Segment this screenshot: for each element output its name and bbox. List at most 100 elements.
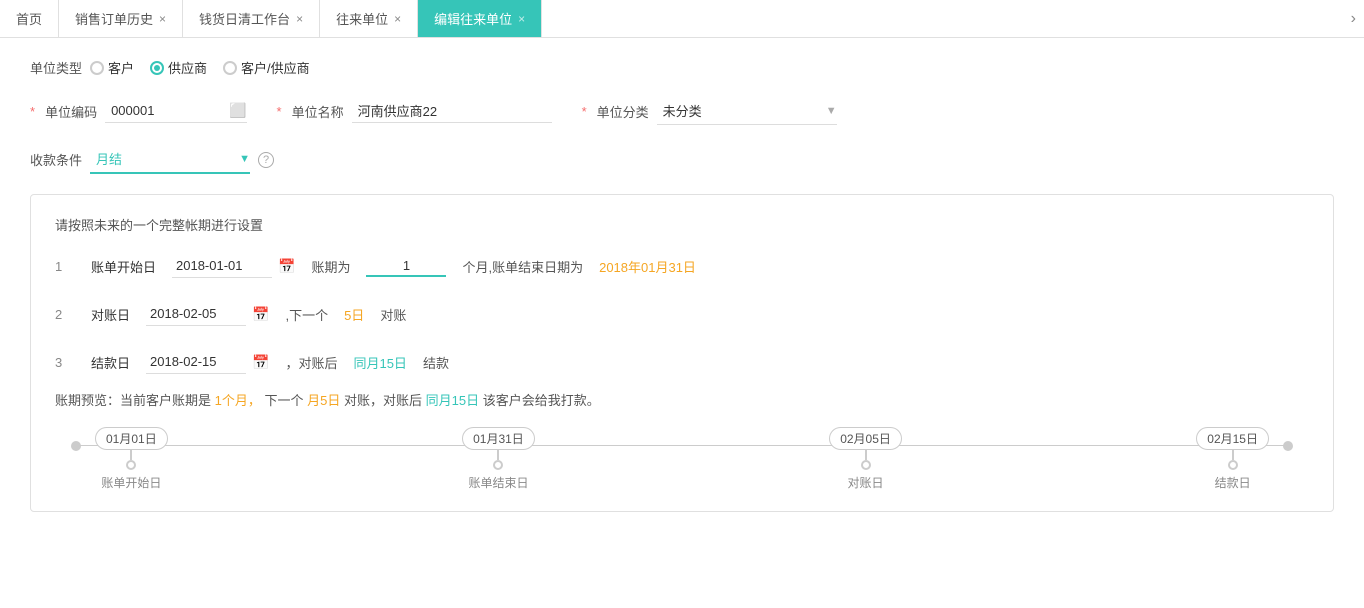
radio-circle-supplier: [150, 61, 164, 75]
period-label-3: 结款日: [91, 353, 130, 372]
timeline-point-3: 02月05日 对账日: [829, 427, 902, 491]
timeline-connector-2: [497, 450, 499, 460]
timeline-sublabel-4: 结款日: [1215, 474, 1251, 491]
date-field-3: 📅: [146, 350, 269, 374]
unit-type-row: 单位类型 客户 供应商 客户/供应商: [30, 58, 1334, 77]
period-desc-3b: 结款: [423, 353, 449, 372]
required-star-name: *: [277, 104, 282, 119]
timeline-point-4: 02月15日 结款日: [1196, 427, 1269, 491]
chevron-down-icon: ▼: [826, 105, 837, 117]
close-icon[interactable]: ×: [394, 12, 401, 26]
period-desc-1a: 账期为: [311, 257, 350, 276]
period-label-1: 账单开始日: [91, 257, 156, 276]
preview-reconcile-day: 月5日: [307, 393, 340, 408]
date-input-1[interactable]: [172, 254, 272, 278]
timeline-connector-1: [130, 450, 132, 460]
tab-daily-work-label: 钱货日清工作台: [199, 9, 290, 28]
timeline-dot-4: [1228, 460, 1238, 470]
radio-supplier[interactable]: 供应商: [150, 58, 207, 77]
unit-code-field: ⬜: [105, 99, 246, 123]
period-title: 请按照未来的一个完整帐期进行设置: [55, 215, 1309, 234]
period-row-3: 3 结款日 📅 ，对账后 同月15日 结款: [55, 350, 1309, 374]
tab-edit-unit[interactable]: 编辑往来单位 ×: [418, 0, 542, 37]
timeline-dot-2: [493, 460, 503, 470]
unit-name-label: 单位名称: [292, 102, 344, 121]
preview-text: 账期预览：当前客户账期是 1个月， 下一个 月5日 对账，对账后 同月15日 该…: [55, 390, 1309, 417]
period-row-1: 1 账单开始日 📅 账期为 个月,账单结束日期为 2018年01月31日: [55, 254, 1309, 278]
period-num-3: 3: [55, 355, 75, 370]
timeline-connector-4: [1232, 450, 1234, 460]
timeline-connector-3: [865, 450, 867, 460]
unit-code-input[interactable]: [105, 99, 225, 122]
radio-circle-both: [223, 61, 237, 75]
calendar-icon-1[interactable]: 📅: [278, 258, 295, 275]
date-input-3[interactable]: [146, 350, 246, 374]
required-star-class: *: [582, 104, 587, 119]
payment-row: 收款条件 月结 ▼ ?: [30, 145, 1334, 174]
timeline-dot-1: [126, 460, 136, 470]
period-pay-day: 同月15日: [353, 353, 406, 372]
payment-label: 收款条件: [30, 150, 82, 169]
unit-code-label: 单位编码: [45, 102, 97, 121]
radio-circle-customer: [90, 61, 104, 75]
period-end-date: 2018年01月31日: [599, 257, 696, 276]
help-icon[interactable]: ?: [258, 152, 274, 168]
radio-both[interactable]: 客户/供应商: [223, 58, 310, 77]
tab-units[interactable]: 往来单位 ×: [320, 0, 418, 37]
tab-more-button[interactable]: ›: [1343, 0, 1364, 37]
close-icon[interactable]: ×: [518, 12, 525, 26]
unit-info-row: * 单位编码 ⬜ * 单位名称 * 单位分类 未分类 ▼: [30, 97, 1334, 125]
date-field-1: 📅: [172, 254, 295, 278]
unit-type-group: 单位类型 客户 供应商 客户/供应商: [30, 58, 310, 77]
period-row-2: 2 对账日 📅 ,下一个 5日 对账: [55, 302, 1309, 326]
unit-type-radio-group: 客户 供应商 客户/供应商: [90, 58, 310, 77]
calendar-icon-3[interactable]: 📅: [252, 354, 269, 371]
timeline-dot-3: [861, 460, 871, 470]
radio-both-label: 客户/供应商: [241, 58, 310, 77]
period-num-1: 1: [55, 259, 75, 274]
unit-class-value: 未分类: [657, 97, 822, 124]
timeline-label-4: 02月15日: [1196, 427, 1269, 450]
preview-suffix: 该客户会给我打款。: [483, 393, 600, 408]
timeline-label-3: 02月05日: [829, 427, 902, 450]
timeline-point-2: 01月31日 账单结束日: [462, 427, 535, 491]
tabs-bar: 首页 销售订单历史 × 钱货日清工作台 × 往来单位 × 编辑往来单位 × ›: [0, 0, 1364, 38]
tab-home[interactable]: 首页: [0, 0, 59, 37]
preview-prefix: 账期预览：当前客户账期是: [55, 393, 211, 408]
tab-home-label: 首页: [16, 9, 42, 28]
chevron-down-icon-payment: ▼: [239, 153, 250, 165]
close-icon[interactable]: ×: [296, 12, 303, 26]
calendar-icon-2[interactable]: 📅: [252, 306, 269, 323]
unit-name-input[interactable]: [352, 99, 552, 123]
timeline-container: 01月01日 账单开始日 01月31日 账单结束日 02月05日: [55, 427, 1309, 491]
unit-class-group: * 单位分类 未分类 ▼: [582, 97, 837, 125]
tab-sales-history-label: 销售订单历史: [75, 9, 153, 28]
main-content: 单位类型 客户 供应商 客户/供应商 * 单位编码: [0, 38, 1364, 608]
close-icon[interactable]: ×: [159, 12, 166, 26]
period-desc-1b: 个月,账单结束日期为: [462, 257, 583, 276]
tab-edit-unit-label: 编辑往来单位: [434, 9, 512, 28]
timeline-sublabel-3: 对账日: [848, 474, 884, 491]
unit-name-group: * 单位名称: [277, 99, 552, 123]
tab-daily-work[interactable]: 钱货日清工作台 ×: [183, 0, 320, 37]
radio-supplier-label: 供应商: [168, 58, 207, 77]
preview-reconcile-prefix: 下一个: [265, 393, 304, 408]
timeline-sublabel-1: 账单开始日: [101, 474, 161, 491]
period-desc-2b: 对账: [380, 305, 406, 324]
timeline-points: 01月01日 账单开始日 01月31日 账单结束日 02月05日: [75, 427, 1289, 491]
unit-class-select[interactable]: 未分类 ▼: [657, 97, 837, 125]
preview-1m: 1个月，: [215, 393, 261, 408]
timeline-label-2: 01月31日: [462, 427, 535, 450]
tab-sales-history[interactable]: 销售订单历史 ×: [59, 0, 183, 37]
period-months-input[interactable]: [366, 256, 446, 277]
radio-customer-label: 客户: [108, 58, 134, 77]
period-num-2: 2: [55, 307, 75, 322]
timeline-point-1: 01月01日 账单开始日: [95, 427, 168, 491]
payment-group: 收款条件 月结 ▼ ?: [30, 145, 274, 174]
date-input-2[interactable]: [146, 302, 246, 326]
timeline-label-1: 01月01日: [95, 427, 168, 450]
radio-customer[interactable]: 客户: [90, 58, 134, 77]
copy-icon[interactable]: ⬜: [229, 102, 246, 119]
payment-select[interactable]: 月结 ▼: [90, 145, 250, 174]
unit-class-label: 单位分类: [597, 102, 649, 121]
